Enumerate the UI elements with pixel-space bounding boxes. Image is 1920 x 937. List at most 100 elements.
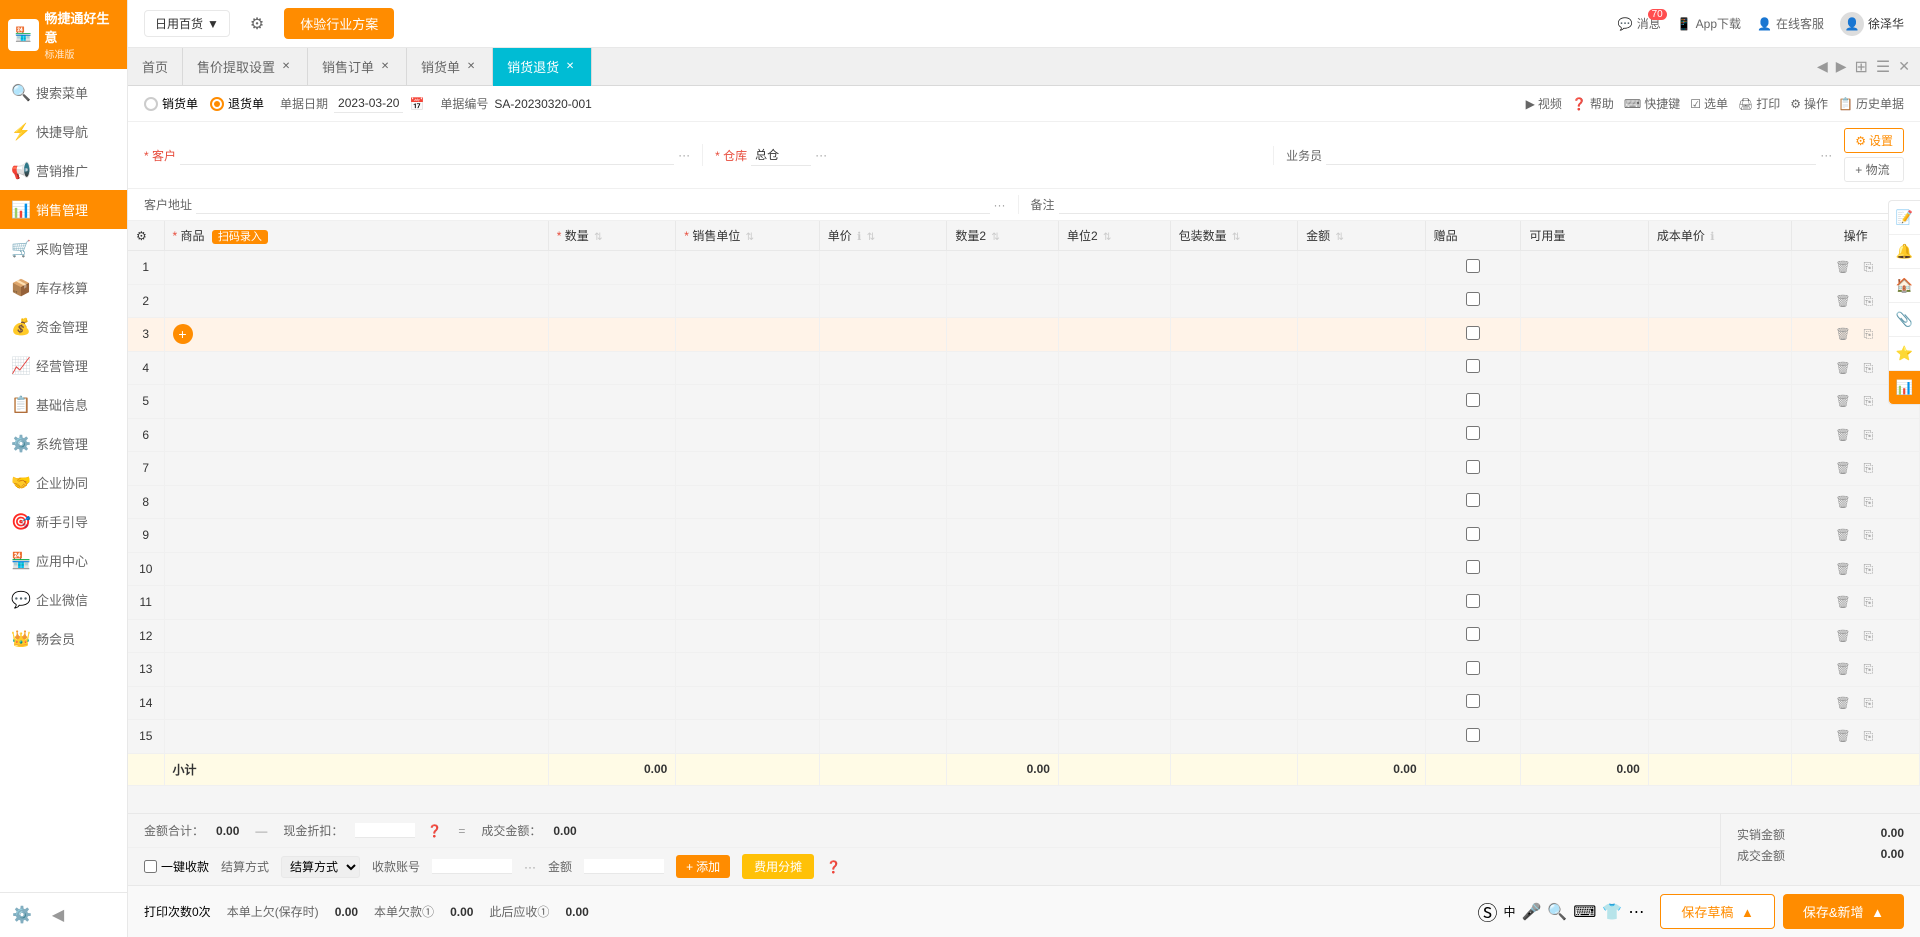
delete-row-btn-4[interactable]: 🗑: [1832, 357, 1854, 379]
gift-checkbox-13[interactable]: [1466, 661, 1480, 675]
quantity-cell-1[interactable]: [548, 251, 676, 285]
quantity-cell-14[interactable]: [548, 686, 676, 720]
sidebar-item-guide[interactable]: 🎯 新手引导: [0, 502, 127, 541]
unit2-cell-3[interactable]: [1058, 318, 1170, 352]
cost-price-cell-15[interactable]: [1648, 720, 1792, 754]
scan-input-btn[interactable]: 扫码录入: [212, 230, 268, 244]
china-icon[interactable]: 中: [1503, 903, 1515, 920]
keyboard-bar-icon[interactable]: ⌨: [1573, 902, 1596, 922]
available-cell-10[interactable]: [1521, 552, 1649, 586]
address-input[interactable]: [196, 195, 989, 214]
delete-row-btn-12[interactable]: 🗑: [1832, 625, 1854, 647]
amount-cell-11[interactable]: [1298, 586, 1426, 620]
quantity2-cell-6[interactable]: [947, 418, 1059, 452]
tab-close-sales-return[interactable]: ✕: [563, 60, 577, 74]
trial-button[interactable]: 体验行业方案: [284, 8, 394, 39]
package-qty-cell-9[interactable]: [1170, 519, 1298, 553]
video-btn[interactable]: ▶ 视频: [1526, 95, 1562, 112]
package-qty-cell-8[interactable]: [1170, 485, 1298, 519]
gift-checkbox-8[interactable]: [1466, 493, 1480, 507]
quantity2-cell-14[interactable]: [947, 686, 1059, 720]
cost-price-cell-7[interactable]: [1648, 452, 1792, 486]
gift-cell-15[interactable]: [1425, 720, 1521, 754]
delete-row-btn-6[interactable]: 🗑: [1832, 424, 1854, 446]
cost-price-cell-11[interactable]: [1648, 586, 1792, 620]
product-cell-3[interactable]: +: [164, 318, 548, 352]
available-cell-12[interactable]: [1521, 619, 1649, 653]
app-download-button[interactable]: 📱 App下载: [1677, 15, 1741, 32]
message-button[interactable]: 💬 消息 70: [1618, 15, 1661, 32]
gift-checkbox-9[interactable]: [1466, 527, 1480, 541]
package-qty-cell-15[interactable]: [1170, 720, 1298, 754]
package-qty-sort-icon[interactable]: ⇅: [1232, 232, 1240, 243]
available-cell-1[interactable]: [1521, 251, 1649, 285]
sidebar-item-shortcut[interactable]: ⚡ 快捷导航: [0, 112, 127, 151]
sales-unit-cell-9[interactable]: [676, 519, 820, 553]
sidebar-item-system[interactable]: ⚙️ 系统管理: [0, 424, 127, 463]
radio-delivery[interactable]: 销货单: [144, 95, 198, 112]
gift-cell-14[interactable]: [1425, 686, 1521, 720]
gift-cell-9[interactable]: [1425, 519, 1521, 553]
product-cell-10[interactable]: [164, 552, 548, 586]
unit-price-cell-1[interactable]: [819, 251, 947, 285]
amount-cell-10[interactable]: [1298, 552, 1426, 586]
copy-row-btn-5[interactable]: ⎘: [1857, 391, 1879, 413]
cost-price-cell-3[interactable]: [1648, 318, 1792, 352]
gift-cell-2[interactable]: [1425, 284, 1521, 318]
user-bar-icon[interactable]: 👕: [1602, 902, 1622, 922]
select-btn[interactable]: ☑ 选单: [1690, 95, 1728, 112]
copy-row-btn-14[interactable]: ⎘: [1857, 692, 1879, 714]
sidebar-item-member[interactable]: 👑 畅会员: [0, 619, 127, 658]
copy-row-btn-6[interactable]: ⎘: [1857, 424, 1879, 446]
unit-price-cell-3[interactable]: [819, 318, 947, 352]
unit2-cell-9[interactable]: [1058, 519, 1170, 553]
gift-cell-4[interactable]: [1425, 351, 1521, 385]
sales-unit-sort-icon[interactable]: ⇅: [746, 232, 754, 243]
delete-row-btn-9[interactable]: 🗑: [1832, 524, 1854, 546]
copy-row-btn-15[interactable]: ⎘: [1857, 726, 1879, 748]
online-service-button[interactable]: 👤 在线客服: [1757, 15, 1824, 32]
s-icon[interactable]: Ⓢ: [1477, 897, 1497, 926]
delete-row-btn-13[interactable]: 🗑: [1832, 658, 1854, 680]
unit-price-cell-15[interactable]: [819, 720, 947, 754]
package-qty-cell-7[interactable]: [1170, 452, 1298, 486]
unit-price-cell-6[interactable]: [819, 418, 947, 452]
gift-cell-1[interactable]: [1425, 251, 1521, 285]
quantity-cell-15[interactable]: [548, 720, 676, 754]
available-cell-4[interactable]: [1521, 351, 1649, 385]
unit2-cell-4[interactable]: [1058, 351, 1170, 385]
quantity-cell-9[interactable]: [548, 519, 676, 553]
salesperson-input[interactable]: [1326, 146, 1816, 165]
quantity2-cell-9[interactable]: [947, 519, 1059, 553]
sales-unit-cell-11[interactable]: [676, 586, 820, 620]
cost-price-cell-5[interactable]: [1648, 385, 1792, 419]
quantity-cell-10[interactable]: [548, 552, 676, 586]
unit2-cell-2[interactable]: [1058, 284, 1170, 318]
unit2-cell-5[interactable]: [1058, 385, 1170, 419]
package-qty-cell-6[interactable]: [1170, 418, 1298, 452]
sales-unit-cell-4[interactable]: [676, 351, 820, 385]
account-input[interactable]: [432, 859, 512, 874]
gift-cell-10[interactable]: [1425, 552, 1521, 586]
customer-dots[interactable]: ···: [678, 148, 690, 162]
product-cell-9[interactable]: [164, 519, 548, 553]
quantity-cell-11[interactable]: [548, 586, 676, 620]
mic-icon[interactable]: 🎤: [1521, 902, 1541, 922]
quantity2-cell-11[interactable]: [947, 586, 1059, 620]
sidebar-item-search[interactable]: 🔍 搜索菜单: [0, 73, 127, 112]
sales-unit-cell-8[interactable]: [676, 485, 820, 519]
sales-unit-cell-3[interactable]: [676, 318, 820, 352]
unit-price-cell-8[interactable]: [819, 485, 947, 519]
gift-cell-8[interactable]: [1425, 485, 1521, 519]
operation-btn[interactable]: ⚙ 操作: [1790, 95, 1828, 112]
sales-unit-cell-6[interactable]: [676, 418, 820, 452]
gift-cell-13[interactable]: [1425, 653, 1521, 687]
amount-cell-14[interactable]: [1298, 686, 1426, 720]
quantity2-cell-8[interactable]: [947, 485, 1059, 519]
unit-price-cell-2[interactable]: [819, 284, 947, 318]
unit-price-cell-14[interactable]: [819, 686, 947, 720]
unit2-cell-12[interactable]: [1058, 619, 1170, 653]
sidebar-item-sales[interactable]: 📊 销售管理: [0, 190, 127, 229]
tab-sales-order[interactable]: 销售订单 ✕: [308, 48, 407, 86]
quantity-cell-12[interactable]: [548, 619, 676, 653]
